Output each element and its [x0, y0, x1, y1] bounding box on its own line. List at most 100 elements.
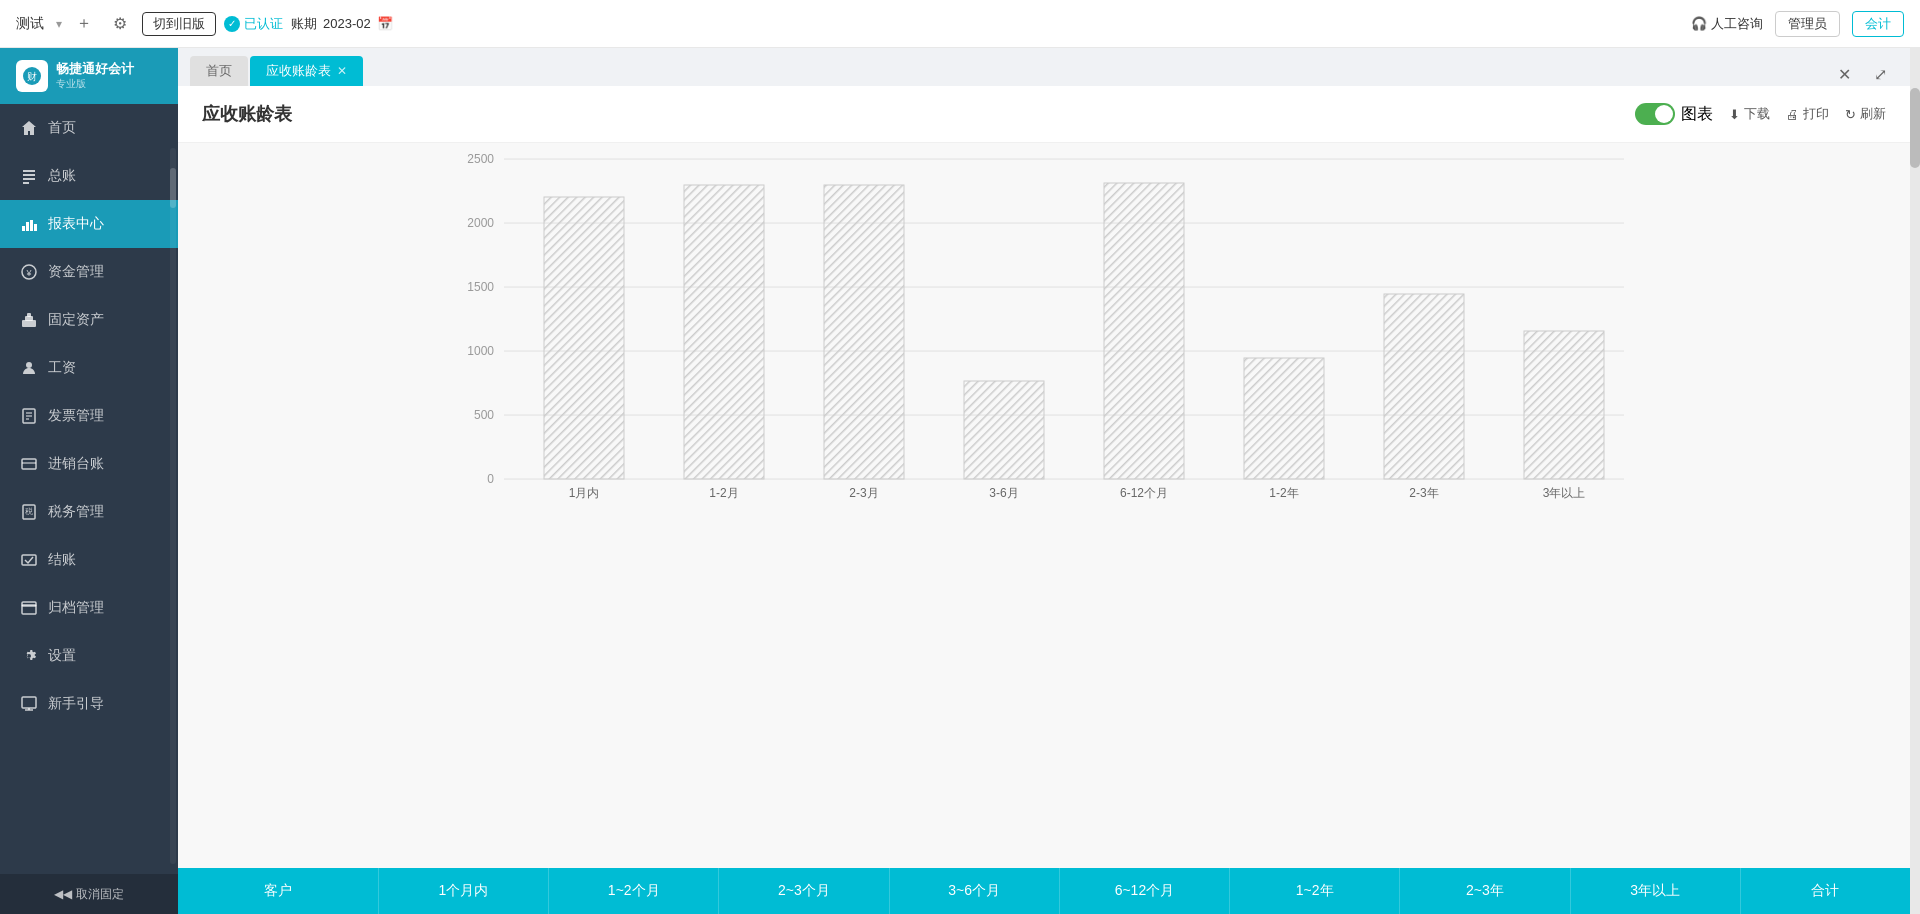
svg-text:0: 0: [487, 472, 494, 486]
svg-rect-6: [22, 226, 25, 231]
logo-text: 畅捷通好会计: [56, 61, 134, 77]
chart-toggle[interactable]: 图表: [1635, 103, 1713, 125]
svg-text:2000: 2000: [467, 216, 494, 230]
svg-text:6-12个月: 6-12个月: [1120, 486, 1168, 500]
switch-old-version-button[interactable]: 切到旧版: [142, 12, 216, 36]
col-3-6month: 3~6个月: [890, 868, 1060, 914]
toggle-track[interactable]: [1635, 103, 1675, 125]
svg-rect-14: [27, 313, 31, 317]
col-1-2month: 1~2个月: [549, 868, 719, 914]
refresh-button[interactable]: ↻ 刷新: [1845, 105, 1886, 123]
sidebar-logo: 财 畅捷通好会计 专业版: [0, 48, 178, 104]
certified-icon: ✓: [224, 16, 240, 32]
print-button[interactable]: 🖨 打印: [1786, 105, 1829, 123]
refresh-icon: ↻: [1845, 107, 1856, 122]
refresh-label: 刷新: [1860, 105, 1886, 123]
manager-button[interactable]: 管理员: [1775, 11, 1840, 37]
sidebar-scroll: 首页 总账 报表中心 ¥ 资金管理: [0, 104, 178, 874]
tab-ar-aging[interactable]: 应收账龄表 ✕: [250, 56, 363, 86]
certified-label: 已认证: [244, 15, 283, 33]
sidebar-item-fixed-assets[interactable]: 固定资产: [0, 296, 178, 344]
svg-text:1-2年: 1-2年: [1269, 486, 1298, 500]
sidebar-item-settings[interactable]: 设置: [0, 632, 178, 680]
col-6-12month: 6~12个月: [1060, 868, 1230, 914]
tab-home[interactable]: 首页: [190, 56, 248, 86]
company-dropdown-icon[interactable]: ▾: [56, 17, 62, 31]
bar-6-12月: [1104, 183, 1184, 479]
main-scrollbar[interactable]: [1910, 48, 1920, 914]
consult-button[interactable]: 🎧 人工咨询: [1691, 15, 1763, 33]
sidebar-item-guide-label: 新手引导: [48, 695, 104, 713]
main-scrollbar-thumb: [1910, 88, 1920, 168]
sidebar-item-fixed-assets-label: 固定资产: [48, 311, 104, 329]
col-customer: 客户: [178, 868, 379, 914]
sidebar-item-fund-label: 资金管理: [48, 263, 104, 281]
tab-home-label: 首页: [206, 62, 232, 80]
company-name: 测试: [16, 15, 44, 33]
sidebar-item-tax[interactable]: 税 税务管理: [0, 488, 178, 536]
chart-table-wrapper: 0 500 1000 1500 2000 2500: [178, 143, 1910, 914]
bar-2-3年: [1384, 294, 1464, 479]
logo-sub: 专业版: [56, 77, 134, 91]
svg-rect-3: [23, 174, 35, 176]
period-info: 账期 2023-02 📅: [291, 15, 393, 33]
table-header: 客户 1个月内 1~2个月 2~3个月 3~6个月 6~12个月 1~2年 2~…: [178, 868, 1910, 914]
sidebar-item-report-center[interactable]: 报表中心: [0, 200, 178, 248]
svg-text:3年以上: 3年以上: [1543, 486, 1586, 500]
pin-icon: ◀◀: [54, 887, 72, 901]
col-3year-plus: 3年以上: [1571, 868, 1741, 914]
calendar-icon[interactable]: 📅: [377, 16, 393, 31]
top-bar: 测试 ▾ ＋ ⚙ 切到旧版 ✓ 已认证 账期 2023-02 📅 🎧 人工咨询 …: [0, 0, 1920, 48]
accountant-button[interactable]: 会计: [1852, 11, 1904, 37]
top-bar-left: 测试 ▾ ＋ ⚙ 切到旧版 ✓ 已认证 账期 2023-02 📅: [16, 10, 393, 38]
sidebar-item-payroll[interactable]: 工资: [0, 344, 178, 392]
svg-text:2-3月: 2-3月: [849, 486, 878, 500]
sidebar-item-settlement[interactable]: 结账: [0, 536, 178, 584]
headset-icon: 🎧: [1691, 16, 1707, 31]
svg-rect-20: [22, 459, 36, 469]
sidebar-item-fund-management[interactable]: ¥ 资金管理: [0, 248, 178, 296]
tax-icon: 税: [20, 503, 38, 521]
page-title: 应收账龄表: [202, 102, 1635, 126]
svg-text:¥: ¥: [25, 268, 32, 278]
download-button[interactable]: ⬇ 下载: [1729, 105, 1770, 123]
cancel-fixed-button[interactable]: ◀◀ 取消固定: [0, 874, 178, 914]
sidebar-item-home[interactable]: 首页: [0, 104, 178, 152]
settings-sidebar-icon: [20, 647, 38, 665]
svg-text:1-2月: 1-2月: [709, 486, 738, 500]
tab-expand-button[interactable]: ⤢: [1866, 60, 1894, 88]
sidebar-item-invoice-label: 发票管理: [48, 407, 104, 425]
svg-rect-8: [30, 220, 33, 231]
bar-3年以上: [1524, 331, 1604, 479]
sidebar-item-general-ledger[interactable]: 总账: [0, 152, 178, 200]
download-label: 下载: [1744, 105, 1770, 123]
settlement-icon: [20, 551, 38, 569]
bar-2-3月: [824, 185, 904, 479]
sidebar-item-invoice[interactable]: 发票管理: [0, 392, 178, 440]
top-bar-right: 🎧 人工咨询 管理员 会计: [1691, 11, 1904, 37]
bar-1-2年: [1244, 358, 1324, 479]
col-2-3year: 2~3年: [1400, 868, 1570, 914]
logo-icon: 财: [16, 60, 48, 92]
svg-text:500: 500: [474, 408, 494, 422]
sidebar-item-tax-label: 税务管理: [48, 503, 104, 521]
tab-bar: 首页 应收账龄表 ✕ ✕ ⤢: [178, 48, 1910, 86]
svg-text:1500: 1500: [467, 280, 494, 294]
sidebar-scrollbar: [170, 148, 176, 864]
report-icon: [20, 215, 38, 233]
cancel-fixed-label: 取消固定: [76, 886, 124, 903]
settings-icon[interactable]: ⚙: [106, 10, 134, 38]
tab-close-icon[interactable]: ✕: [337, 64, 347, 78]
home-icon: [20, 119, 38, 137]
sidebar-item-home-label: 首页: [48, 119, 76, 137]
sidebar-item-purchase-sales-label: 进销台账: [48, 455, 104, 473]
page-header: 应收账龄表 图表 ⬇ 下载 🖨 打印: [178, 86, 1910, 143]
tab-close-button[interactable]: ✕: [1830, 60, 1858, 88]
sidebar-item-purchase-sales[interactable]: 进销台账: [0, 440, 178, 488]
sidebar-item-beginner-guide[interactable]: 新手引导: [0, 680, 178, 728]
chart-toggle-label: 图表: [1681, 104, 1713, 125]
add-button[interactable]: ＋: [70, 10, 98, 38]
sidebar-item-settlement-label: 结账: [48, 551, 76, 569]
bar-3-6月: [964, 381, 1044, 479]
sidebar-item-archive[interactable]: 归档管理: [0, 584, 178, 632]
